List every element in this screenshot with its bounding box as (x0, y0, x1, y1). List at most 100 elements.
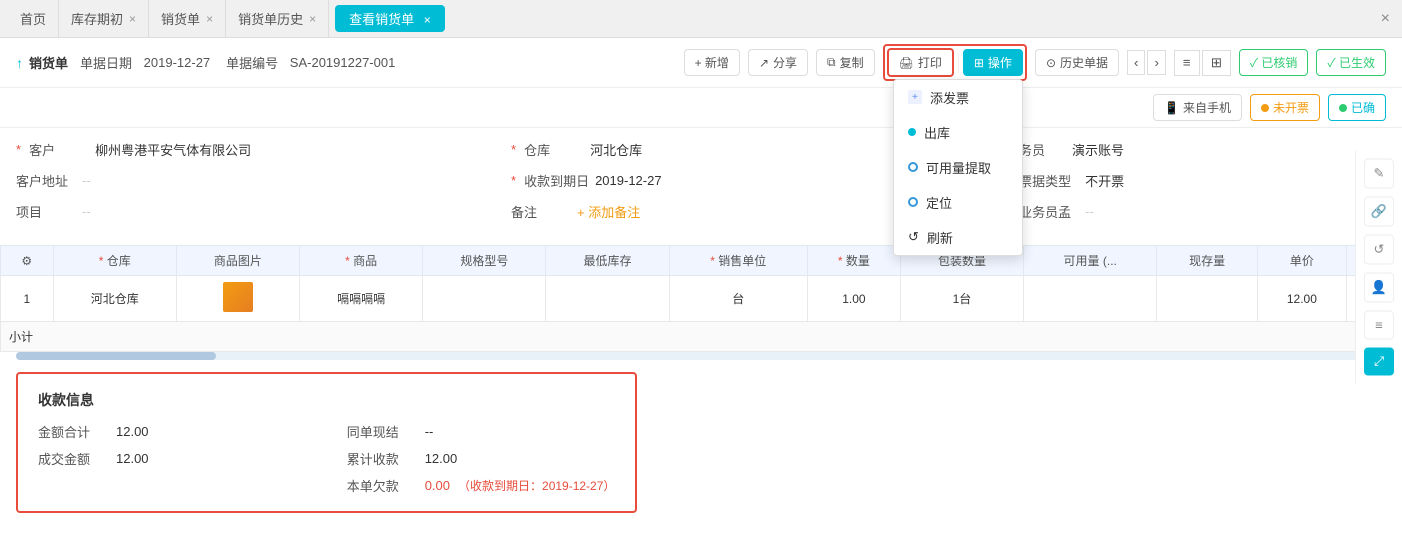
row-available (1024, 276, 1157, 322)
table-body: 1 河北仓库 嗝嗝嗝嗝 台 1.00 1台 12.00 0. (1, 276, 1402, 352)
form-row-1: * 客户 柳州粤港平安气体有限公司 * 仓库 河北仓库 业务员 演示账号 (16, 140, 1386, 159)
effective-check-icon: ✓ (1327, 56, 1335, 70)
row-price: 12.00 (1257, 276, 1346, 322)
sidebar-link-icon[interactable]: 🔗 (1364, 196, 1394, 226)
tab-home[interactable]: 首页 (8, 0, 59, 37)
dropdown-available-qty[interactable]: 可用量提取 (894, 150, 1022, 185)
window-close-button[interactable]: × (1381, 10, 1390, 28)
doc-type-label: 销货单 (29, 53, 68, 72)
phone-icon: 📱 (1164, 101, 1179, 115)
same-settle-label: 同单现结 (347, 422, 417, 441)
payment-title: 收款信息 (38, 390, 615, 410)
tab-history-close[interactable]: × (309, 12, 316, 26)
payment-date-required-star: * (511, 173, 516, 188)
tab-inventory-init[interactable]: 库存期初 × (59, 0, 149, 37)
col-stock: 现存量 (1157, 246, 1257, 276)
sidebar-expand-icon[interactable]: ⤢ (1364, 347, 1394, 375)
status-effective-button[interactable]: ✓ 已生效 (1316, 49, 1386, 76)
col-spec: 规格型号 (423, 246, 546, 276)
from-phone-button[interactable]: 📱 来自手机 (1153, 94, 1242, 121)
print-button[interactable]: 🖨 打印 (887, 48, 954, 77)
copy-button[interactable]: ⧉ 复制 (816, 49, 875, 76)
deal-value: 12.00 (116, 451, 149, 466)
row-no: 1 (1, 276, 54, 322)
not-open-icon (1261, 104, 1269, 112)
address-value: -- (82, 173, 91, 188)
dropdown-outbound[interactable]: 出库 (894, 115, 1022, 150)
tab-bar: 首页 库存期初 × 销货单 × 销货单历史 × 查看销货单 × × (0, 0, 1402, 38)
scroll-thumb[interactable] (16, 352, 216, 360)
share-icon: ↗ (759, 56, 769, 70)
grid-view-button[interactable]: ⊞ (1202, 50, 1231, 76)
row-warehouse: 河北仓库 (53, 276, 176, 322)
tab-view-sales[interactable]: 查看销货单 × (335, 5, 445, 32)
status-sold-button[interactable]: ✓ 已核销 (1239, 49, 1309, 76)
note-label: 备注 (511, 202, 571, 221)
row-quantity: 1.00 (807, 276, 900, 322)
sub-toolbar: 📱 来自手机 未开票 已确 (0, 88, 1402, 128)
product-image (223, 282, 253, 312)
sidebar-list-icon[interactable]: ≡ (1364, 310, 1394, 339)
available-qty-icon (908, 162, 918, 172)
customer-value: 柳州粤港平安气体有限公司 (95, 140, 251, 159)
sidebar-sync-icon[interactable]: ↺ (1364, 234, 1394, 264)
confirm-button[interactable]: 已确 (1328, 94, 1386, 121)
doc-meta: 单据日期 2019-12-27 单据编号 SA-20191227-001 (80, 53, 672, 72)
staff-field: 业务员 演示账号 (1006, 140, 1386, 159)
customer-field: * 客户 柳州粤港平安气体有限公司 (16, 140, 491, 159)
payment-amount-row: 金额合计 12.00 (38, 422, 307, 441)
row-stock (1157, 276, 1257, 322)
tab-sales-close[interactable]: × (206, 12, 213, 26)
doc-number-label: 单据编号 SA-20191227-001 (226, 53, 395, 72)
project-label: 项目 (16, 202, 76, 221)
same-settle-value: -- (425, 424, 434, 439)
settings-icon[interactable]: ⚙ (21, 254, 32, 268)
sidebar-user-icon[interactable]: 👤 (1364, 272, 1394, 302)
payment-deal-row: 成交金额 12.00 (38, 449, 307, 468)
tab-view-close[interactable]: × (424, 13, 431, 27)
form-row-2: 客户地址 -- * 收款到期日 2019-12-27 * 票据类型 不开票 (16, 171, 1386, 190)
not-open-button[interactable]: 未开票 (1250, 94, 1320, 121)
ticket-type-field: * 票据类型 不开票 (1006, 171, 1386, 190)
payment-same-settle-row: 同单现结 -- (347, 422, 616, 441)
share-button[interactable]: ↗ 分享 (748, 49, 808, 76)
history-icon: ⊙ (1046, 56, 1056, 70)
sidebar-edit-icon[interactable]: ✎ (1364, 158, 1394, 188)
cumulative-label: 累计收款 (347, 449, 417, 468)
payment-grid: 金额合计 12.00 同单现结 -- 成交金额 12.00 累计收款 12.00 (38, 422, 615, 495)
data-table: ⚙ * 仓库 商品图片 * 商品 规格型号 最低库存 * 销售单位 (0, 245, 1402, 352)
list-view-button[interactable]: ≡ (1174, 50, 1200, 76)
warehouse-label: 仓库 (524, 140, 584, 159)
doc-date-label: 单据日期 2019-12-27 (80, 53, 210, 72)
tab-inventory-close[interactable]: × (129, 12, 136, 26)
refresh-icon: ↺ (908, 229, 919, 245)
table-header: ⚙ * 仓库 商品图片 * 商品 规格型号 最低库存 * 销售单位 (1, 246, 1402, 276)
scroll-indicator[interactable] (16, 352, 1386, 360)
cumulative-value: 12.00 (425, 451, 458, 466)
ticket-label: 票据类型 (1019, 171, 1079, 190)
doc-number-value: SA-20191227-001 (290, 55, 396, 70)
doc-title: ↑ 销货单 (16, 53, 68, 72)
subtotal-row: 小计 (1, 322, 1402, 352)
next-button[interactable]: › (1147, 50, 1165, 75)
col-quantity: * 数量 (807, 246, 900, 276)
confirm-icon (1339, 104, 1347, 112)
warehouse-value: 河北仓库 (590, 140, 642, 159)
tab-sales-order[interactable]: 销货单 × (149, 0, 226, 37)
tab-sales-history[interactable]: 销货单历史 × (226, 0, 329, 37)
operate-button[interactable]: ⊞ 操作 (963, 49, 1023, 76)
form-section: * 客户 柳州粤港平安气体有限公司 * 仓库 河北仓库 业务员 演示账号 客户地… (0, 128, 1402, 245)
due-suffix: （收款到期日：2019-12-27） (458, 477, 615, 494)
prev-button[interactable]: ‹ (1127, 50, 1145, 75)
salesperson-label: 业务员孟 (1019, 202, 1079, 221)
customer-label: 客户 (29, 140, 89, 159)
print-operate-highlight: 🖨 打印 ⊞ 操作 + 添发票 (883, 44, 1027, 81)
col-unit: * 销售单位 (669, 246, 807, 276)
history-button[interactable]: ⊙ 历史单据 (1035, 49, 1119, 76)
dropdown-add-invoice[interactable]: + 添发票 (894, 80, 1022, 115)
add-note-button[interactable]: 添加备注 (577, 202, 640, 221)
dropdown-locate[interactable]: 定位 (894, 185, 1022, 220)
row-image (176, 276, 299, 322)
new-button[interactable]: + 新增 (684, 49, 740, 76)
dropdown-refresh[interactable]: ↺ 刷新 (894, 220, 1022, 255)
